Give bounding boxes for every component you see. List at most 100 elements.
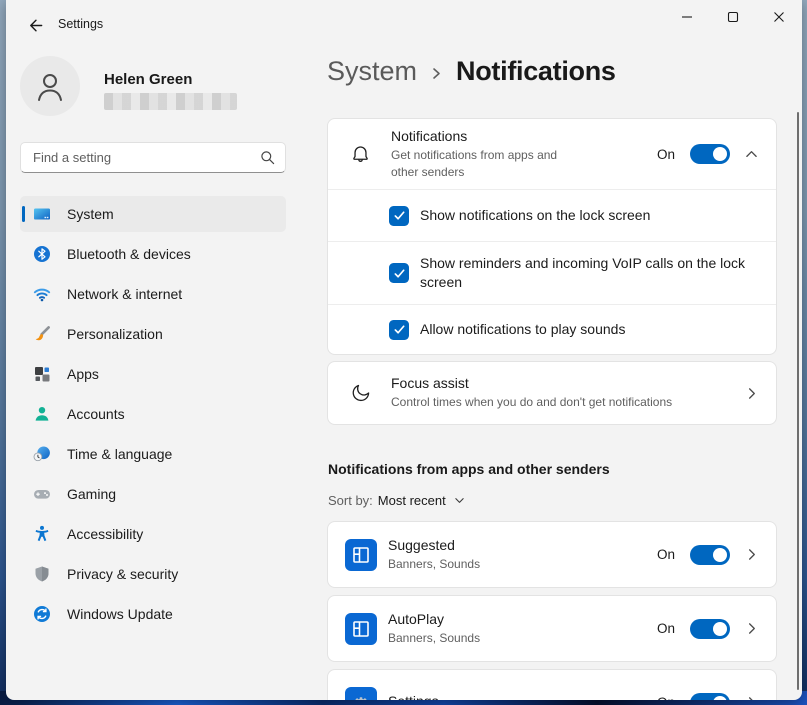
sidebar-item-label: Windows Update <box>67 606 173 622</box>
app-tile-icon <box>345 538 377 571</box>
sidebar-item-accessibility[interactable]: Accessibility <box>20 516 286 552</box>
avatar <box>20 56 80 116</box>
settings-gear-tile-icon <box>345 686 377 700</box>
titlebar: Settings <box>6 0 802 50</box>
maximize-button[interactable] <box>710 0 756 34</box>
window-controls <box>664 0 802 34</box>
toggle-knob <box>713 621 727 636</box>
breadcrumb-chevron-icon <box>430 67 443 80</box>
sort-label: Sort by: <box>328 493 373 508</box>
sidebar-item-privacy-security[interactable]: Privacy & security <box>20 556 286 592</box>
notifications-toggle[interactable] <box>690 144 730 164</box>
app-tile-icon <box>345 612 377 645</box>
app-row-autoplay[interactable]: AutoPlay Banners, Sounds On <box>327 595 777 662</box>
chevron-up-icon[interactable] <box>745 148 758 161</box>
sidebar-item-label: Gaming <box>67 486 117 502</box>
sidebar-item-label: Accessibility <box>67 526 144 542</box>
display-icon <box>33 205 51 223</box>
notification-sounds-row[interactable]: Allow notifications to play sounds <box>328 304 776 354</box>
sidebar-item-label: Privacy & security <box>67 566 179 582</box>
sidebar-item-accounts[interactable]: Accounts <box>20 396 286 432</box>
chevron-right-icon <box>745 622 758 635</box>
clock-globe-icon <box>33 445 51 463</box>
notifications-title: Notifications <box>391 127 468 144</box>
search-icon[interactable] <box>260 150 275 165</box>
lock-screen-notifications-row[interactable]: Show notifications on the lock screen <box>328 189 776 241</box>
app-toggle[interactable] <box>690 618 730 639</box>
sidebar-item-network-internet[interactable]: Network & internet <box>20 276 286 312</box>
app-row-suggested[interactable]: Suggested Banners, Sounds On <box>327 521 777 588</box>
apps-section-header: Notifications from apps and other sender… <box>328 461 610 477</box>
profile-texts: Helen Green <box>104 56 237 116</box>
search-box <box>20 142 286 173</box>
toggle-state-label: On <box>656 547 675 562</box>
app-detail: Banners, Sounds <box>388 630 481 645</box>
checkbox-checked[interactable] <box>389 205 409 226</box>
apps-icon <box>33 365 51 383</box>
focus-assist-title: Focus assist <box>391 375 469 392</box>
settings-window: Settings Helen Green Find a setting Syst… <box>6 0 802 700</box>
accounts-person-icon <box>33 405 51 423</box>
notifications-expander-row[interactable]: Notifications Get notifications from app… <box>328 119 776 189</box>
minimize-icon <box>682 16 692 18</box>
app-texts: Suggested Banners, Sounds <box>388 537 480 573</box>
sidebar-item-label: System <box>67 206 114 222</box>
window-title: Settings <box>58 17 104 31</box>
toggle-knob <box>713 547 727 562</box>
breadcrumb: System Notifications <box>327 56 616 87</box>
toggle-state-label: On <box>657 695 675 700</box>
vertical-scrollbar[interactable] <box>797 112 799 690</box>
moon-icon <box>352 384 370 401</box>
back-button[interactable] <box>20 11 50 39</box>
bluetooth-icon <box>33 245 51 263</box>
sidebar-item-personalization[interactable]: Personalization <box>20 316 286 352</box>
selected-indicator <box>22 206 25 222</box>
lock-screen-reminders-row[interactable]: Show reminders and incoming VoIP calls o… <box>328 241 776 304</box>
app-toggle[interactable] <box>690 692 730 700</box>
focus-assist-card[interactable]: Focus assist Control times when you do a… <box>327 361 777 425</box>
sidebar-item-label: Bluetooth & devices <box>67 246 191 262</box>
search-input[interactable] <box>33 150 260 165</box>
sidebar-item-apps[interactable]: Apps <box>20 356 286 392</box>
user-name: Helen Green <box>104 71 193 88</box>
focus-assist-texts: Focus assist Control times when you do a… <box>391 375 672 411</box>
app-detail: Banners, Sounds <box>388 556 481 571</box>
desktop: Settings Helen Green Find a setting Syst… <box>0 0 807 705</box>
sidebar-item-system[interactable]: System <box>20 196 286 232</box>
toggle-knob <box>713 147 727 161</box>
checkbox-checked[interactable] <box>389 263 409 283</box>
breadcrumb-parent[interactable]: System <box>327 56 417 87</box>
app-name: Settings <box>388 693 439 700</box>
toggle-state-label: On <box>656 146 675 162</box>
sidebar-item-time-language[interactable]: Time & language <box>20 436 286 472</box>
checkbox-checked[interactable] <box>389 319 409 340</box>
user-profile[interactable]: Helen Green <box>20 56 237 116</box>
checkbox-label: Show reminders and incoming VoIP calls o… <box>420 255 746 290</box>
chevron-down-icon <box>454 495 465 506</box>
notifications-subtitle: Get notifications from apps and other se… <box>391 147 558 179</box>
toggle-state-label: On <box>656 621 675 636</box>
sidebar-nav: System Bluetooth & devices Network & int… <box>20 196 286 636</box>
back-arrow-icon <box>29 19 42 31</box>
toggle-knob <box>713 695 727 700</box>
app-name: AutoPlay <box>388 610 445 627</box>
checkbox-label: Show notifications on the lock screen <box>420 207 651 224</box>
sidebar-item-windows-update[interactable]: Windows Update <box>20 596 286 632</box>
sidebar-item-gaming[interactable]: Gaming <box>20 476 286 512</box>
app-row-settings[interactable]: Settings On <box>327 669 777 700</box>
minimize-button[interactable] <box>664 0 710 34</box>
shield-icon <box>33 565 51 583</box>
sort-value: Most recent <box>377 493 446 508</box>
windows-update-icon <box>33 605 51 623</box>
checkbox-label: Allow notifications to play sounds <box>420 321 626 338</box>
sidebar-item-label: Accounts <box>67 406 125 422</box>
close-button[interactable] <box>756 0 802 34</box>
app-toggle[interactable] <box>690 544 730 565</box>
bell-icon <box>353 145 368 162</box>
sidebar-item-label: Personalization <box>67 326 163 342</box>
focus-assist-subtitle: Control times when you do and don't get … <box>391 395 673 410</box>
chevron-right-icon <box>745 696 758 700</box>
sort-dropdown[interactable]: Sort by: Most recent <box>328 493 465 508</box>
sidebar-item-label: Time & language <box>67 446 173 462</box>
sidebar-item-bluetooth-devices[interactable]: Bluetooth & devices <box>20 236 286 272</box>
